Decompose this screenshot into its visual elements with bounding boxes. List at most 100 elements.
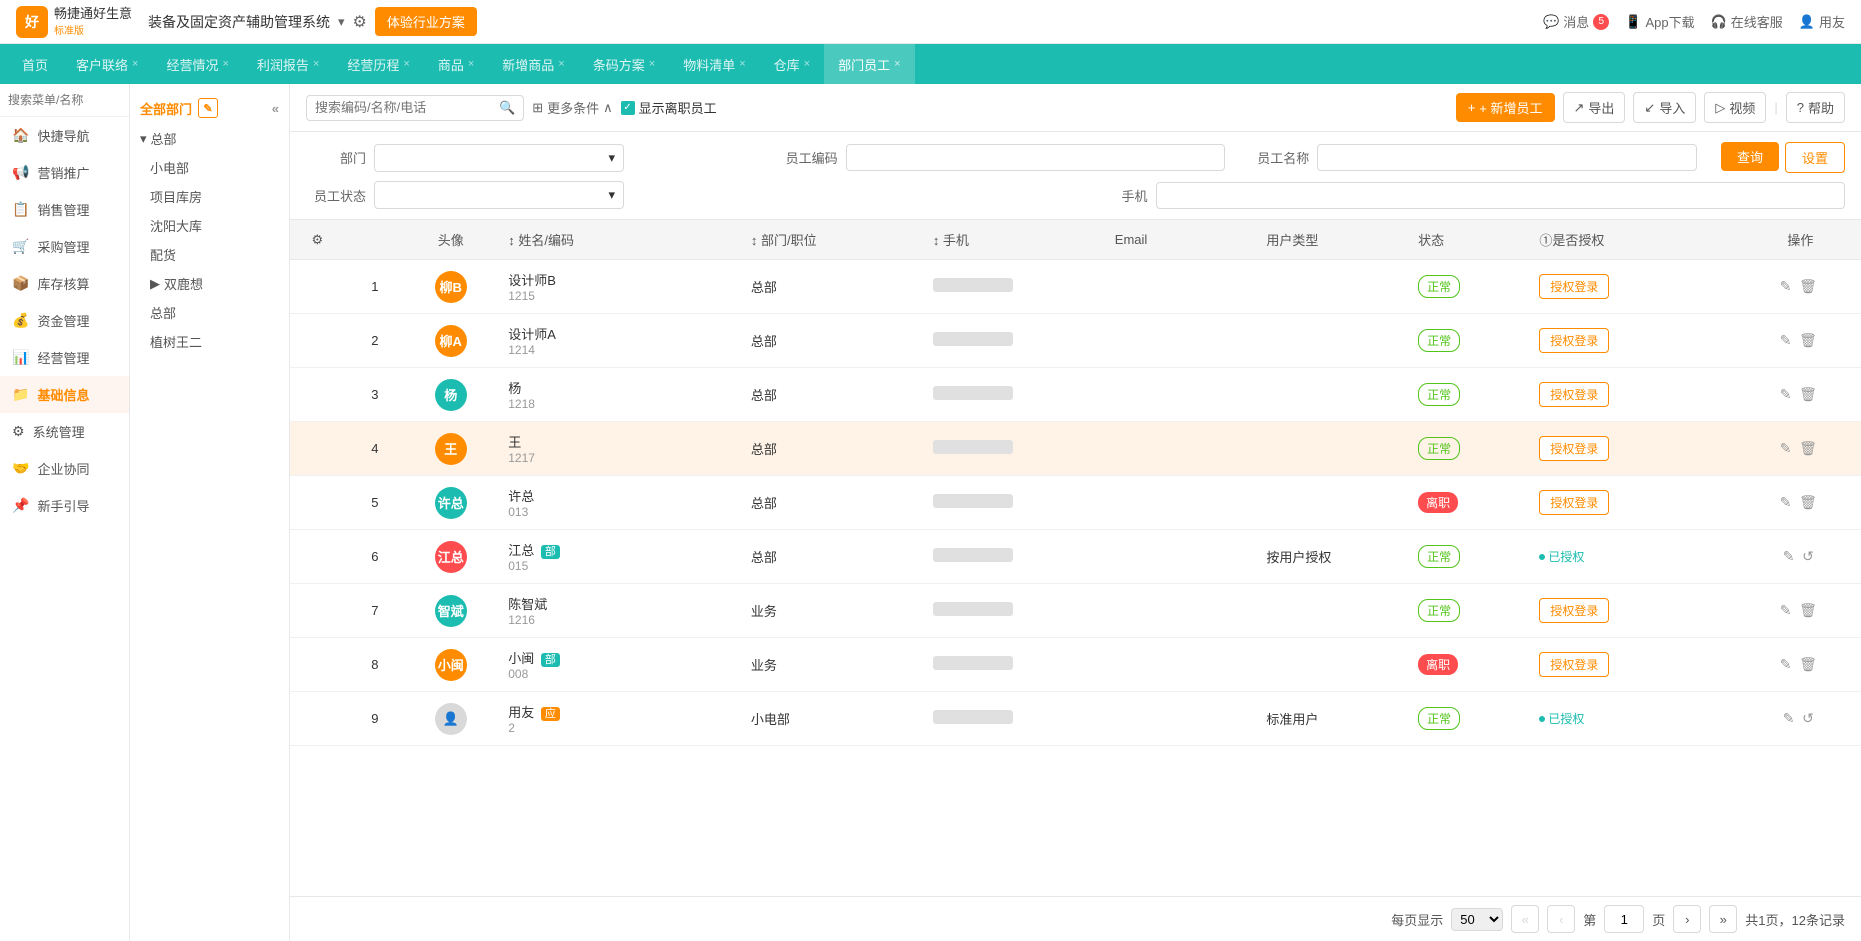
sidebar-item-inventory[interactable]: 📦 库存核算 xyxy=(0,265,129,302)
auth-button[interactable]: 授权登录 xyxy=(1539,328,1609,353)
search-button[interactable]: 查询 xyxy=(1721,142,1779,171)
col-dept-header[interactable]: ↕ 部门/职位 xyxy=(739,220,921,260)
delete-icon[interactable]: 🗑 xyxy=(1799,494,1817,510)
delete-icon[interactable]: 🗑 xyxy=(1799,278,1817,294)
emp-name-input[interactable] xyxy=(1317,144,1697,171)
show-resigned-toggle[interactable]: ✓ 显示离职员工 xyxy=(621,98,717,117)
emp-code-input[interactable] xyxy=(846,144,1226,171)
app-download-button[interactable]: 📱 App下载 xyxy=(1625,12,1694,31)
tab-history[interactable]: 经营历程× xyxy=(333,44,423,84)
close-icon[interactable]: × xyxy=(649,58,655,70)
close-icon[interactable]: × xyxy=(558,58,564,70)
edit-icon[interactable]: ✎ xyxy=(1780,494,1792,510)
col-phone-header[interactable]: ↕ 手机 xyxy=(921,220,1103,260)
last-page-button[interactable]: » xyxy=(1709,905,1737,933)
restore-icon[interactable]: ↺ xyxy=(1802,710,1814,726)
sidebar-item-navigate[interactable]: 🏠 快捷导航 xyxy=(0,117,129,154)
edit-icon[interactable]: ✎ xyxy=(1780,602,1792,618)
edit-icon[interactable]: ✎ xyxy=(1780,656,1792,672)
dept-item-shenyang[interactable]: 沈阳大库 xyxy=(130,211,289,240)
close-icon[interactable]: × xyxy=(313,58,319,70)
auth-button[interactable]: 授权登录 xyxy=(1539,382,1609,407)
import-button[interactable]: ↙ 导入 xyxy=(1633,92,1696,123)
edit-icon[interactable]: ✎ xyxy=(1780,332,1792,348)
dept-item-peihou[interactable]: 配货 xyxy=(130,240,289,269)
online-service-button[interactable]: 🎧 在线客服 xyxy=(1711,12,1783,31)
phone-input[interactable] xyxy=(1156,182,1846,209)
tab-new-product[interactable]: 新增商品× xyxy=(488,44,578,84)
close-icon[interactable]: × xyxy=(403,58,409,70)
dept-item-shuangluxiang[interactable]: ▶ 双鹿想 xyxy=(130,269,289,298)
sidebar-item-management[interactable]: 📊 经营管理 xyxy=(0,339,129,376)
tab-home[interactable]: 首页 xyxy=(8,44,62,84)
auth-button[interactable]: 授权登录 xyxy=(1539,274,1609,299)
edit-icon[interactable]: ✎ xyxy=(1780,386,1792,402)
tab-bom[interactable]: 物料清单× xyxy=(669,44,759,84)
next-page-button[interactable]: › xyxy=(1673,905,1701,933)
close-icon[interactable]: × xyxy=(468,58,474,70)
page-number-input[interactable] xyxy=(1604,905,1644,933)
tab-profit[interactable]: 利润报告× xyxy=(243,44,333,84)
sidebar-item-finance[interactable]: 💰 资金管理 xyxy=(0,302,129,339)
user-button[interactable]: 👤 用友 xyxy=(1799,12,1845,31)
edit-icon[interactable]: ✎ xyxy=(1780,278,1792,294)
tab-operation[interactable]: 经营情况× xyxy=(152,44,242,84)
export-button[interactable]: ↗ 导出 xyxy=(1563,92,1626,123)
sidebar-item-purchase[interactable]: 🛒 采购管理 xyxy=(0,228,129,265)
search-input[interactable] xyxy=(315,100,495,115)
edit-icon[interactable]: ✎ xyxy=(1783,710,1795,726)
dept-item-head2[interactable]: 总部 xyxy=(130,298,289,327)
close-icon[interactable]: × xyxy=(222,58,228,70)
dept-filter-select[interactable]: ▾ xyxy=(374,144,624,172)
delete-icon[interactable]: 🗑 xyxy=(1799,656,1817,672)
sidebar-item-guide[interactable]: 📌 新手引导 xyxy=(0,487,129,524)
dept-item-small-elec[interactable]: 小电部 xyxy=(130,153,289,182)
dept-item-project[interactable]: 项目库房 xyxy=(130,182,289,211)
per-page-select[interactable]: 50 20 100 xyxy=(1451,908,1503,931)
delete-icon[interactable]: 🗑 xyxy=(1799,386,1817,402)
close-icon[interactable]: × xyxy=(894,58,900,70)
dept-item-zhishu[interactable]: 植树王二 xyxy=(130,327,289,356)
delete-icon[interactable]: 🗑 xyxy=(1799,332,1817,348)
system-dropdown-icon[interactable]: ▾ xyxy=(338,14,345,30)
edit-icon[interactable]: ✎ xyxy=(1783,548,1795,564)
col-settings[interactable]: ⚙ xyxy=(290,220,345,260)
dept-collapse-button[interactable]: « xyxy=(272,101,279,116)
status-filter-select[interactable]: ▾ xyxy=(374,181,624,209)
more-conditions-button[interactable]: ⊞ 更多条件 ∧ xyxy=(532,98,612,117)
gear-icon[interactable]: ⚙ xyxy=(353,12,367,32)
delete-icon[interactable]: 🗑 xyxy=(1799,602,1817,618)
auth-button[interactable]: 授权登录 xyxy=(1539,652,1609,677)
dept-item-head[interactable]: ▾ 总部 xyxy=(130,124,289,153)
add-employee-button[interactable]: + + 新增员工 xyxy=(1456,93,1555,122)
delete-icon[interactable]: 🗑 xyxy=(1799,440,1817,456)
auth-button[interactable]: 授权登录 xyxy=(1539,436,1609,461)
close-icon[interactable]: × xyxy=(804,58,810,70)
prev-page-button[interactable]: ‹ xyxy=(1547,905,1575,933)
tab-warehouse[interactable]: 仓库× xyxy=(760,44,824,84)
help-button[interactable]: ? 帮助 xyxy=(1786,92,1845,123)
tab-barcode[interactable]: 条码方案× xyxy=(579,44,669,84)
tab-employees[interactable]: 部门员工× xyxy=(824,44,914,84)
trial-button[interactable]: 体验行业方案 xyxy=(375,7,477,36)
sidebar-search-input[interactable] xyxy=(8,93,130,107)
close-icon[interactable]: × xyxy=(132,58,138,70)
close-icon[interactable]: × xyxy=(739,58,745,70)
col-name-header[interactable]: ↕ 姓名/编码 xyxy=(496,220,739,260)
settings-button[interactable]: 设置 xyxy=(1785,142,1845,173)
dept-edit-button[interactable]: ✎ xyxy=(198,98,218,118)
tab-customer[interactable]: 客户联络× xyxy=(62,44,152,84)
edit-icon[interactable]: ✎ xyxy=(1780,440,1792,456)
auth-button[interactable]: 授权登录 xyxy=(1539,490,1609,515)
tab-product[interactable]: 商品× xyxy=(424,44,488,84)
auth-button[interactable]: 授权登录 xyxy=(1539,598,1609,623)
view-button[interactable]: ▷ 视频 xyxy=(1704,92,1766,123)
sidebar-item-collab[interactable]: 🤝 企业协同 xyxy=(0,450,129,487)
sidebar-item-system[interactable]: ⚙ 系统管理 xyxy=(0,413,129,450)
restore-icon[interactable]: ↺ xyxy=(1802,548,1814,564)
first-page-button[interactable]: « xyxy=(1511,905,1539,933)
sidebar-item-sales[interactable]: 📋 销售管理 xyxy=(0,191,129,228)
message-button[interactable]: 💬 消息 5 xyxy=(1543,12,1609,31)
sidebar-item-basic-info[interactable]: 📁 基础信息 xyxy=(0,376,129,413)
sidebar-item-marketing[interactable]: 📢 营销推广 xyxy=(0,154,129,191)
